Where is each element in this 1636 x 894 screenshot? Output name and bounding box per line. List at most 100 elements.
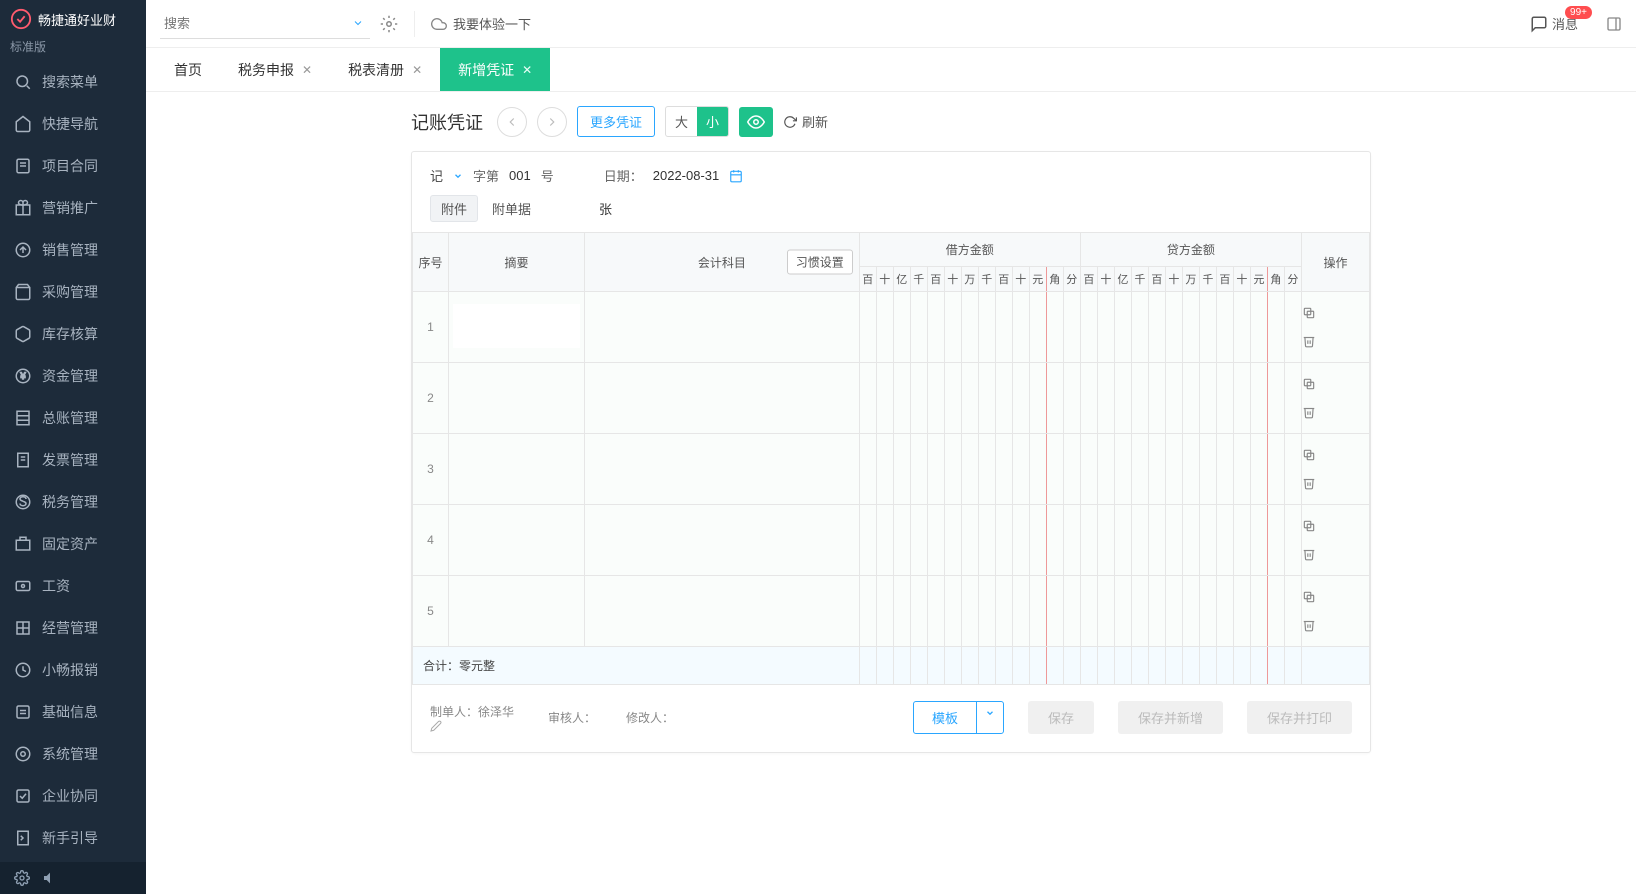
digit-cell[interactable] [1046, 292, 1063, 363]
digit-cell[interactable] [1114, 576, 1131, 647]
digit-cell[interactable] [1148, 434, 1165, 505]
digit-cell[interactable] [1131, 363, 1148, 434]
sidebar-item-6[interactable]: 库存核算 [0, 313, 146, 355]
digit-cell[interactable] [1284, 292, 1301, 363]
copy-row-icon[interactable] [1302, 377, 1369, 391]
digit-cell[interactable] [1148, 363, 1165, 434]
digit-cell[interactable] [995, 576, 1012, 647]
attach-slip-label[interactable]: 附单据 [492, 199, 531, 218]
next-voucher-button[interactable] [537, 107, 567, 137]
digit-cell[interactable] [893, 576, 910, 647]
delete-row-icon[interactable] [1302, 334, 1369, 348]
size-small-button[interactable]: 小 [697, 107, 728, 136]
prev-voucher-button[interactable] [497, 107, 527, 137]
digit-cell[interactable] [1097, 505, 1114, 576]
digit-cell[interactable] [927, 434, 944, 505]
digit-cell[interactable] [1250, 363, 1267, 434]
digit-cell[interactable] [1233, 434, 1250, 505]
message-button[interactable]: 消息 99+ [1530, 14, 1578, 33]
digit-cell[interactable] [876, 434, 893, 505]
digit-cell[interactable] [1080, 505, 1097, 576]
digit-cell[interactable] [1267, 292, 1284, 363]
digit-cell[interactable] [859, 576, 876, 647]
digit-cell[interactable] [1063, 505, 1080, 576]
digit-cell[interactable] [944, 576, 961, 647]
digit-cell[interactable] [1063, 576, 1080, 647]
digit-cell[interactable] [1216, 505, 1233, 576]
sidebar-item-17[interactable]: 企业协同 [0, 775, 146, 817]
digit-cell[interactable] [1114, 363, 1131, 434]
digit-cell[interactable] [1029, 434, 1046, 505]
digit-cell[interactable] [1097, 434, 1114, 505]
digit-cell[interactable] [1233, 576, 1250, 647]
digit-cell[interactable] [1182, 434, 1199, 505]
sidebar-item-7[interactable]: ¥资金管理 [0, 355, 146, 397]
digit-cell[interactable] [910, 505, 927, 576]
summary-cell[interactable] [449, 363, 585, 434]
tab-0[interactable]: 首页 [156, 48, 220, 91]
sidebar-item-14[interactable]: 小畅报销 [0, 649, 146, 691]
digit-cell[interactable] [1063, 363, 1080, 434]
digit-cell[interactable] [893, 292, 910, 363]
template-button[interactable]: 模板 [913, 701, 1004, 734]
summary-cell[interactable] [449, 434, 585, 505]
digit-cell[interactable] [1284, 576, 1301, 647]
sidebar-item-16[interactable]: 系统管理 [0, 733, 146, 775]
template-dropdown-icon[interactable] [976, 702, 1003, 733]
digit-cell[interactable] [1080, 434, 1097, 505]
digit-cell[interactable] [1131, 434, 1148, 505]
sidebar-item-15[interactable]: 基础信息 [0, 691, 146, 733]
digit-cell[interactable] [1250, 292, 1267, 363]
digit-cell[interactable] [1046, 505, 1063, 576]
digit-cell[interactable] [1267, 363, 1284, 434]
digit-cell[interactable] [1097, 576, 1114, 647]
account-cell[interactable] [585, 576, 860, 647]
digit-cell[interactable] [1233, 292, 1250, 363]
account-cell[interactable] [585, 292, 860, 363]
sidebar-item-3[interactable]: 营销推广 [0, 187, 146, 229]
digit-cell[interactable] [1216, 363, 1233, 434]
digit-cell[interactable] [893, 363, 910, 434]
digit-cell[interactable] [1182, 576, 1199, 647]
digit-cell[interactable] [1063, 434, 1080, 505]
digit-cell[interactable] [1012, 434, 1029, 505]
voucher-date[interactable]: 2022-08-31 [653, 168, 720, 183]
digit-cell[interactable] [961, 576, 978, 647]
digit-cell[interactable] [910, 292, 927, 363]
digit-cell[interactable] [1148, 505, 1165, 576]
refresh-button[interactable]: 刷新 [783, 112, 828, 131]
digit-cell[interactable] [1114, 505, 1131, 576]
digit-cell[interactable] [978, 576, 995, 647]
attachment-button[interactable]: 附件 [430, 195, 478, 222]
digit-cell[interactable] [1114, 434, 1131, 505]
tab-2[interactable]: 税表清册✕ [330, 48, 440, 91]
search-input[interactable] [160, 9, 370, 39]
digit-cell[interactable] [876, 363, 893, 434]
digit-cell[interactable] [1165, 434, 1182, 505]
voucher-number[interactable]: 001 [509, 168, 531, 183]
sidebar-item-1[interactable]: 快捷导航 [0, 103, 146, 145]
digit-cell[interactable] [1250, 434, 1267, 505]
summary-input[interactable] [453, 304, 580, 348]
sidebar-item-0[interactable]: 搜索菜单 [0, 61, 146, 103]
digit-cell[interactable] [1267, 505, 1284, 576]
digit-cell[interactable] [1029, 505, 1046, 576]
delete-row-icon[interactable] [1302, 476, 1369, 490]
digit-cell[interactable] [1148, 292, 1165, 363]
digit-cell[interactable] [995, 434, 1012, 505]
delete-row-icon[interactable] [1302, 405, 1369, 419]
digit-cell[interactable] [1199, 292, 1216, 363]
digit-cell[interactable] [1250, 576, 1267, 647]
digit-cell[interactable] [859, 363, 876, 434]
digit-cell[interactable] [859, 292, 876, 363]
copy-row-icon[interactable] [1302, 306, 1369, 320]
digit-cell[interactable] [1046, 576, 1063, 647]
delete-row-icon[interactable] [1302, 618, 1369, 632]
digit-cell[interactable] [1284, 505, 1301, 576]
sidebar-item-4[interactable]: 销售管理 [0, 229, 146, 271]
digit-cell[interactable] [1250, 505, 1267, 576]
digit-cell[interactable] [1165, 363, 1182, 434]
digit-cell[interactable] [1080, 576, 1097, 647]
sidebar-item-13[interactable]: 经营管理 [0, 607, 146, 649]
tab-close-icon[interactable]: ✕ [412, 63, 422, 77]
